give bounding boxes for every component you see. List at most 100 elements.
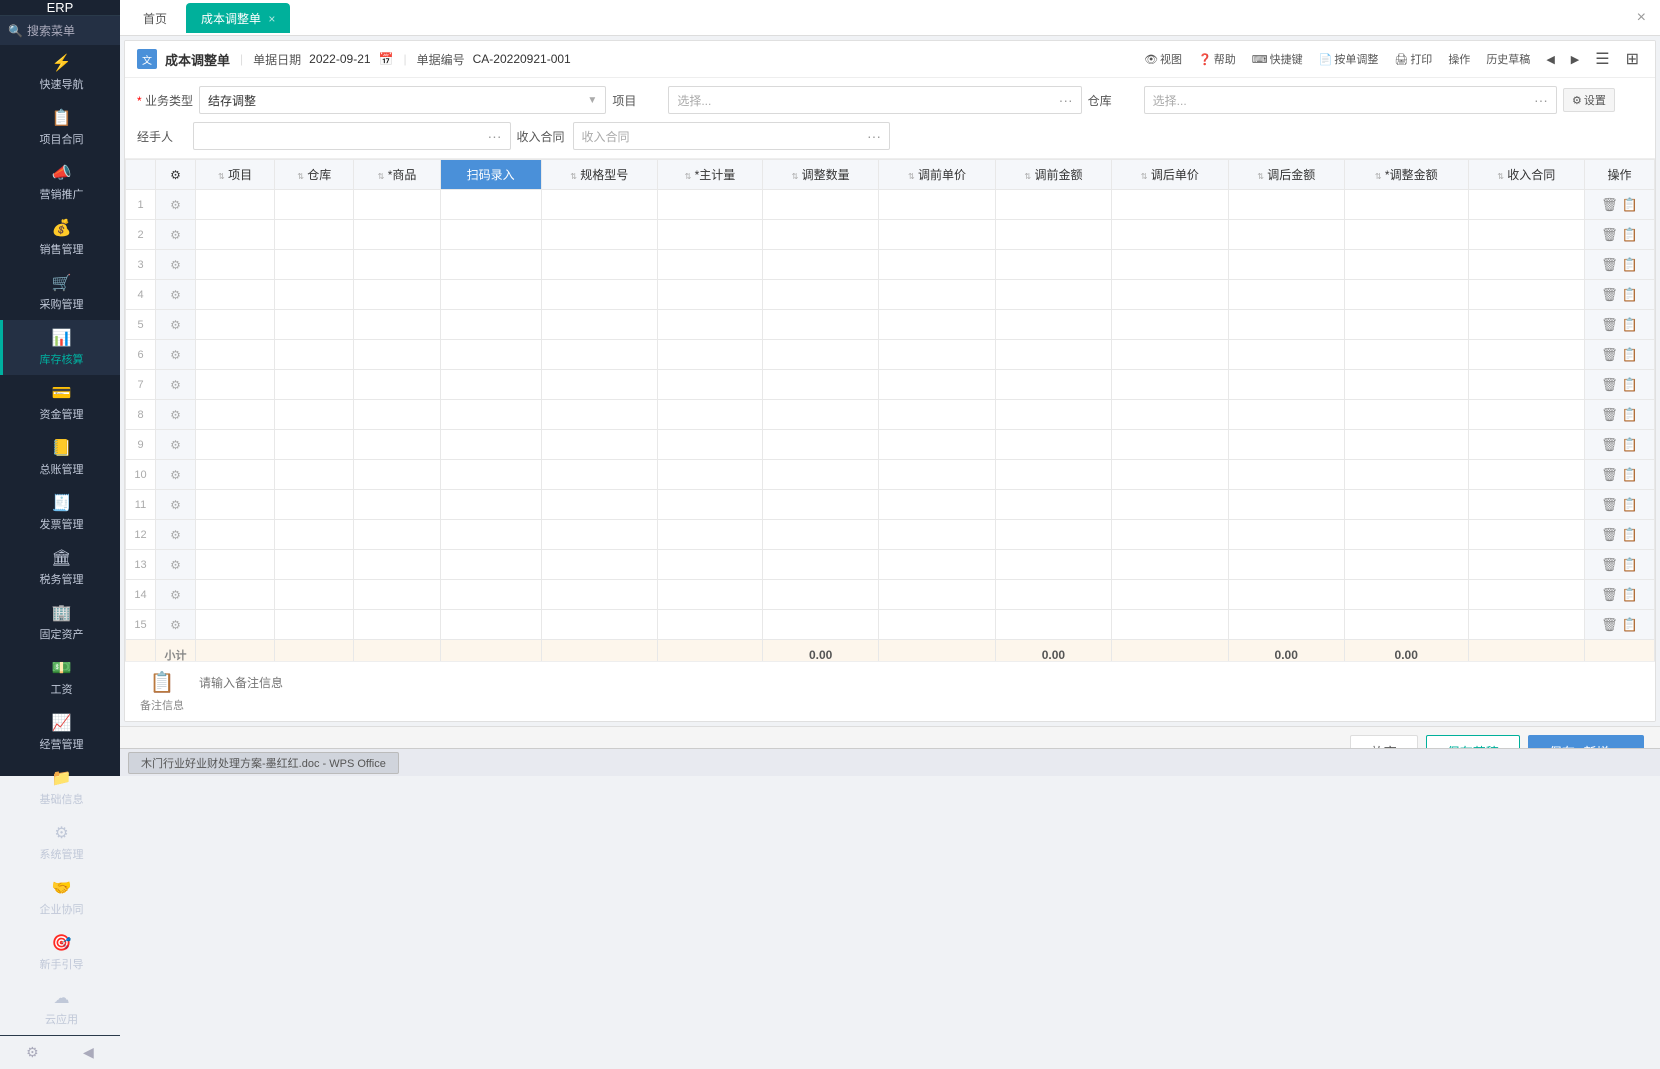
cell-project[interactable] [196, 490, 275, 520]
copy-icon[interactable]: 📋 [1622, 287, 1638, 303]
cell-adjust_qty[interactable] [762, 220, 878, 250]
cell-warehouse[interactable] [275, 310, 354, 340]
cell-product[interactable] [354, 490, 440, 520]
col-project[interactable]: ⇅ 项目 [196, 160, 275, 190]
col-before_amount[interactable]: ⇅ 调前金额 [995, 160, 1111, 190]
cell-after_amount[interactable] [1228, 190, 1344, 220]
cell-action[interactable]: 🗑 📋 [1585, 520, 1655, 550]
cell-action[interactable]: 🗑 📋 [1585, 310, 1655, 340]
cell-income_contract[interactable] [1468, 400, 1584, 430]
sort-icon-adjust_qty[interactable]: ⇅ [792, 172, 799, 181]
row-settings-icon[interactable]: ⚙ [170, 588, 181, 602]
delete-icon[interactable]: 🗑 [1601, 407, 1618, 423]
cell-spec[interactable] [541, 520, 657, 550]
delete-icon[interactable]: 🗑 [1601, 317, 1618, 333]
delete-icon[interactable]: 🗑 [1601, 197, 1618, 213]
cell-adjust_amount[interactable] [1344, 190, 1468, 220]
cell-scan[interactable] [440, 250, 541, 280]
cell-warehouse[interactable] [275, 280, 354, 310]
delete-icon[interactable]: 🗑 [1601, 497, 1618, 513]
cell-warehouse[interactable] [275, 580, 354, 610]
cell-before_amount[interactable] [995, 250, 1111, 280]
cell-spec[interactable] [541, 250, 657, 280]
copy-icon[interactable]: 📋 [1622, 557, 1638, 573]
cell-project[interactable] [196, 340, 275, 370]
delete-icon[interactable]: 🗑 [1601, 377, 1618, 393]
cell-before_price[interactable] [879, 340, 995, 370]
cell-settings[interactable]: ⚙ [156, 310, 196, 340]
delete-icon[interactable]: 🗑 [1601, 617, 1618, 633]
cell-income_contract[interactable] [1468, 580, 1584, 610]
cell-spec[interactable] [541, 220, 657, 250]
cell-after_price[interactable] [1112, 610, 1228, 640]
cell-adjust_qty[interactable] [762, 520, 878, 550]
cell-after_amount[interactable] [1228, 520, 1344, 550]
settings-icon[interactable]: ⚙ [26, 1044, 39, 1061]
project-input[interactable]: 选择... ··· [668, 86, 1081, 114]
col-after_price[interactable]: ⇅ 调后单价 [1112, 160, 1228, 190]
cell-before_amount[interactable] [995, 370, 1111, 400]
row-settings-icon[interactable]: ⚙ [170, 558, 181, 572]
cell-after_amount[interactable] [1228, 400, 1344, 430]
cell-project[interactable] [196, 190, 275, 220]
cell-warehouse[interactable] [275, 370, 354, 400]
sidebar-item-sales-management[interactable]: 💰 销售管理 [0, 210, 120, 265]
delete-icon[interactable]: 🗑 [1601, 557, 1618, 573]
cell-adjust_amount[interactable] [1344, 610, 1468, 640]
row-settings-icon[interactable]: ⚙ [170, 228, 181, 242]
sidebar-item-inventory-calculation[interactable]: 📊 库存核算 [0, 320, 120, 375]
cell-after_price[interactable] [1112, 250, 1228, 280]
cell-product[interactable] [354, 400, 440, 430]
cell-unit[interactable] [657, 310, 762, 340]
cell-after_price[interactable] [1112, 280, 1228, 310]
cell-warehouse[interactable] [275, 490, 354, 520]
cell-before_amount[interactable] [995, 490, 1111, 520]
col-adjust_amount[interactable]: ⇅ *调整金额 [1344, 160, 1468, 190]
cell-unit[interactable] [657, 250, 762, 280]
cell-warehouse[interactable] [275, 190, 354, 220]
cell-scan[interactable] [440, 400, 541, 430]
delete-icon[interactable]: 🗑 [1601, 587, 1618, 603]
sort-icon-project[interactable]: ⇅ [218, 172, 225, 181]
delete-icon[interactable]: 🗑 [1601, 527, 1618, 543]
cell-product[interactable] [354, 220, 440, 250]
cell-income_contract[interactable] [1468, 550, 1584, 580]
cell-unit[interactable] [657, 370, 762, 400]
copy-icon[interactable]: 📋 [1622, 587, 1638, 603]
cell-product[interactable] [354, 250, 440, 280]
cell-project[interactable] [196, 610, 275, 640]
cell-before_price[interactable] [879, 580, 995, 610]
cell-settings[interactable]: ⚙ [156, 580, 196, 610]
review-btn[interactable]: 📄 按单调整 [1315, 49, 1383, 69]
cell-adjust_amount[interactable] [1344, 460, 1468, 490]
cell-warehouse[interactable] [275, 460, 354, 490]
sidebar-item-invoice-management[interactable]: 🧾 发票管理 [0, 485, 120, 540]
cell-project[interactable] [196, 430, 275, 460]
biz-type-input[interactable]: 结存调整 ▼ [199, 86, 606, 114]
cell-product[interactable] [354, 580, 440, 610]
cell-action[interactable]: 🗑 📋 [1585, 250, 1655, 280]
cell-product[interactable] [354, 460, 440, 490]
cell-project[interactable] [196, 580, 275, 610]
cell-action[interactable]: 🗑 📋 [1585, 190, 1655, 220]
cell-before_amount[interactable] [995, 520, 1111, 550]
cell-scan[interactable] [440, 340, 541, 370]
window-close-icon[interactable]: × [1631, 7, 1652, 29]
cell-after_amount[interactable] [1228, 610, 1344, 640]
cell-before_price[interactable] [879, 400, 995, 430]
cell-after_price[interactable] [1112, 400, 1228, 430]
col-warehouse[interactable]: ⇅ 仓库 [275, 160, 354, 190]
cell-warehouse[interactable] [275, 430, 354, 460]
cell-project[interactable] [196, 460, 275, 490]
cell-before_price[interactable] [879, 610, 995, 640]
cell-project[interactable] [196, 310, 275, 340]
cell-unit[interactable] [657, 400, 762, 430]
sidebar-item-tax-management[interactable]: 🏛 税务管理 [0, 540, 120, 595]
cell-after_amount[interactable] [1228, 310, 1344, 340]
cell-scan[interactable] [440, 490, 541, 520]
cell-adjust_qty[interactable] [762, 610, 878, 640]
cell-settings[interactable]: ⚙ [156, 400, 196, 430]
sidebar-item-quick-nav[interactable]: ⚡ 快速导航 [0, 45, 120, 100]
cell-adjust_amount[interactable] [1344, 250, 1468, 280]
cell-spec[interactable] [541, 580, 657, 610]
